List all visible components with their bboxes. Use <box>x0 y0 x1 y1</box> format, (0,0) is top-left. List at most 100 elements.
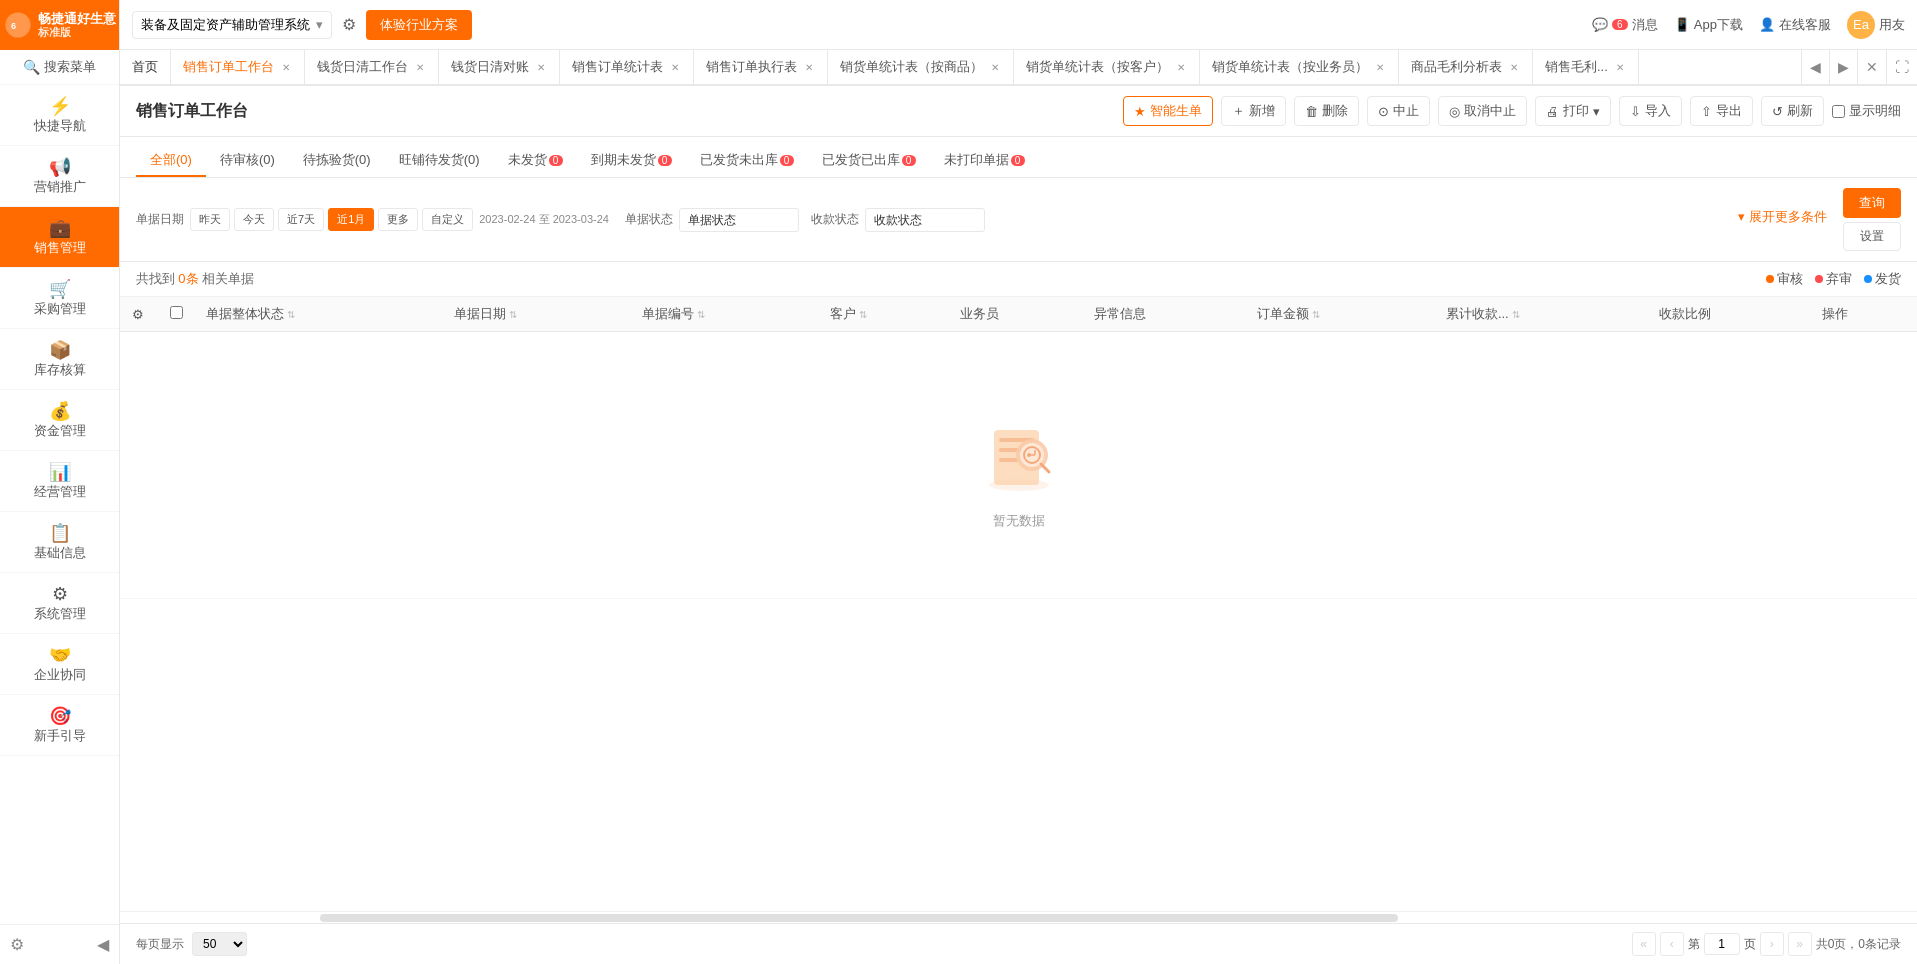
date-btn-custom[interactable]: 自定义 <box>422 208 473 231</box>
tab-cash-daily-workbench[interactable]: 钱货日清工作台 ✕ <box>305 50 439 84</box>
tab-close-icon-9[interactable]: ✕ <box>1508 60 1520 75</box>
page-number-input[interactable] <box>1704 933 1740 955</box>
refresh-btn[interactable]: ↺ 刷新 <box>1761 96 1824 126</box>
sidebar-item-system[interactable]: ⚙ 系统管理 <box>0 573 119 634</box>
delete-btn[interactable]: 🗑 删除 <box>1294 96 1359 126</box>
app-download-btn[interactable]: 📱 App下载 <box>1674 16 1743 34</box>
user-menu[interactable]: Ea 用友 <box>1847 11 1905 39</box>
stop-btn[interactable]: ⊙ 中止 <box>1367 96 1430 126</box>
col-settings[interactable]: ⚙ <box>120 297 156 332</box>
filter-tab-overdue-ship[interactable]: 到期未发货0 <box>577 145 686 177</box>
tab-close-icon-7[interactable]: ✕ <box>1175 60 1187 75</box>
filter-tab-all[interactable]: 全部(0) <box>136 145 206 177</box>
tab-close-all-btn[interactable]: ✕ <box>1857 50 1886 84</box>
filter-tab-wangpu-ship[interactable]: 旺铺待发货(0) <box>385 145 494 177</box>
date-btn-more[interactable]: 更多 <box>378 208 418 231</box>
tab-close-icon[interactable]: ✕ <box>280 60 292 75</box>
first-page-btn[interactable]: « <box>1632 932 1656 956</box>
topbar-settings-icon[interactable]: ⚙ <box>342 15 356 34</box>
filter-tab-not-printed[interactable]: 未打印单据0 <box>930 145 1039 177</box>
print-btn[interactable]: 🖨 打印 ▾ <box>1535 96 1611 126</box>
column-settings-icon[interactable]: ⚙ <box>132 307 144 322</box>
import-btn[interactable]: ⇩ 导入 <box>1619 96 1682 126</box>
revoke-action[interactable]: 弃审 <box>1815 270 1852 288</box>
sidebar-item-inventory[interactable]: 📦 库存核算 <box>0 329 119 390</box>
next-page-btn[interactable]: › <box>1760 932 1784 956</box>
show-detail-label[interactable]: 显示明细 <box>1832 102 1901 120</box>
tab-close-icon-4[interactable]: ✕ <box>669 60 681 75</box>
show-detail-checkbox[interactable] <box>1832 105 1845 118</box>
select-all-checkbox[interactable] <box>170 306 183 319</box>
last-page-btn[interactable]: » <box>1788 932 1812 956</box>
topbar-right: 💬 6 消息 📱 App下载 👤 在线客服 Ea 用友 <box>1592 11 1905 39</box>
date-btn-today[interactable]: 今天 <box>234 208 274 231</box>
tab-close-icon-8[interactable]: ✕ <box>1374 60 1386 75</box>
payment-select[interactable]: 收款状态 <box>865 208 985 232</box>
tab-home[interactable]: 首页 <box>120 50 171 84</box>
filter-tab-not-shipped[interactable]: 未发货0 <box>494 145 577 177</box>
tab-scroll-left-btn[interactable]: ◀ <box>1801 50 1829 84</box>
date-btn-yesterday[interactable]: 昨天 <box>190 208 230 231</box>
sidebar-item-sales[interactable]: 💼 销售管理 <box>0 207 119 268</box>
sidebar-item-guide[interactable]: 🎯 新手引导 <box>0 695 119 756</box>
col-customer[interactable]: 客户 ⇅ <box>820 297 949 332</box>
settings-icon[interactable]: ⚙ <box>10 935 24 954</box>
tab-goods-stats-product[interactable]: 销货单统计表（按商品） ✕ <box>828 50 1014 84</box>
collapse-icon[interactable]: ◀ <box>97 935 109 954</box>
tab-sales-exec[interactable]: 销售订单执行表 ✕ <box>694 50 828 84</box>
payment-select-wrapper: 收款状态 <box>865 208 985 232</box>
tab-close-icon-3[interactable]: ✕ <box>535 60 547 75</box>
business-icon: 📊 <box>49 461 71 483</box>
message-btn[interactable]: 💬 6 消息 <box>1592 16 1658 34</box>
tab-close-icon-6[interactable]: ✕ <box>989 60 1001 75</box>
sidebar-item-basicinfo[interactable]: 📋 基础信息 <box>0 512 119 573</box>
smart-btn[interactable]: ★ 智能生单 <box>1123 96 1213 126</box>
filter-tab-shipped-out[interactable]: 已发货已出库0 <box>808 145 930 177</box>
online-service-btn[interactable]: 👤 在线客服 <box>1759 16 1831 34</box>
tab-cash-reconciliation[interactable]: 钱货日清对账 ✕ <box>439 50 560 84</box>
tab-scroll-right-btn[interactable]: ▶ <box>1829 50 1857 84</box>
page-size-select[interactable]: 10 20 50 100 <box>192 932 247 956</box>
date-btn-1month[interactable]: 近1月 <box>328 208 374 231</box>
prev-page-btn[interactable]: ‹ <box>1660 932 1684 956</box>
sidebar-item-business[interactable]: 📊 经营管理 <box>0 451 119 512</box>
filter-tab-pending-check[interactable]: 待拣验货(0) <box>289 145 385 177</box>
col-status[interactable]: 单据整体状态 ⇅ <box>196 297 444 332</box>
app-selector[interactable]: 装备及固定资产辅助管理系统 ▾ <box>132 11 332 39</box>
col-cumulative[interactable]: 累计收款... ⇅ <box>1436 297 1649 332</box>
tab-sales-stats[interactable]: 销售订单统计表 ✕ <box>560 50 694 84</box>
sidebar-item-enterprise[interactable]: 🤝 企业协同 <box>0 634 119 695</box>
col-number[interactable]: 单据编号 ⇅ <box>632 297 820 332</box>
sidebar-item-quicknav[interactable]: ⚡ 快捷导航 <box>0 85 119 146</box>
tab-close-icon-10[interactable]: ✕ <box>1614 60 1626 75</box>
tab-sales-order-workbench[interactable]: 销售订单工作台 ✕ <box>171 50 305 86</box>
tab-goods-stats-salesperson[interactable]: 销货单统计表（按业务员） ✕ <box>1200 50 1399 84</box>
tab-sales-profit[interactable]: 销售毛利... ✕ <box>1533 50 1639 84</box>
filter-tab-pending-audit[interactable]: 待审核(0) <box>206 145 289 177</box>
expand-filter-btn[interactable]: ▾ 展开更多条件 <box>1738 208 1827 226</box>
filter-tab-shipped-not-out[interactable]: 已发货未出库0 <box>686 145 808 177</box>
tab-close-icon-5[interactable]: ✕ <box>803 60 815 75</box>
tab-profit-analysis[interactable]: 商品毛利分析表 ✕ <box>1399 50 1533 84</box>
tab-fullscreen-btn[interactable]: ⛶ <box>1886 50 1917 84</box>
tab-goods-stats-customer[interactable]: 销货单统计表（按客户） ✕ <box>1014 50 1200 84</box>
industry-btn[interactable]: 体验行业方案 <box>366 10 472 40</box>
export-btn[interactable]: ⇧ 导出 <box>1690 96 1753 126</box>
cancel-stop-btn[interactable]: ◎ 取消中止 <box>1438 96 1527 126</box>
col-checkbox-header[interactable] <box>156 297 196 332</box>
audit-action[interactable]: 审核 <box>1766 270 1803 288</box>
tab-close-icon-2[interactable]: ✕ <box>414 60 426 75</box>
horizontal-scrollbar[interactable] <box>320 914 1398 922</box>
ship-action[interactable]: 发货 <box>1864 270 1901 288</box>
sidebar-item-marketing[interactable]: 📢 营销推广 <box>0 146 119 207</box>
status-select[interactable]: 单据状态 <box>679 208 799 232</box>
date-btn-7days[interactable]: 近7天 <box>278 208 324 231</box>
search-settings-btn[interactable]: 设置 <box>1843 222 1901 251</box>
col-amount[interactable]: 订单金额 ⇅ <box>1247 297 1435 332</box>
query-btn[interactable]: 查询 <box>1843 188 1901 218</box>
col-date[interactable]: 单据日期 ⇅ <box>444 297 632 332</box>
sidebar-item-search[interactable]: 🔍 搜索菜单 <box>0 50 119 85</box>
sidebar-item-finance[interactable]: 💰 资金管理 <box>0 390 119 451</box>
add-btn[interactable]: ＋ 新增 <box>1221 96 1286 126</box>
sidebar-item-purchase[interactable]: 🛒 采购管理 <box>0 268 119 329</box>
